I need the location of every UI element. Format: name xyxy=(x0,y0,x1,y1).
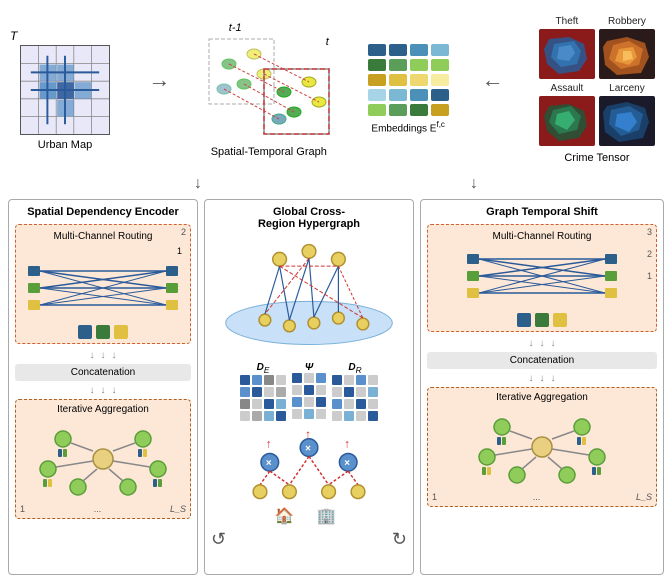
de-label: DE xyxy=(257,362,270,375)
svg-text:🏠: 🏠 xyxy=(275,507,295,525)
t-minus-1-label: t-1 xyxy=(229,22,242,34)
arrow-from-crime: ← xyxy=(482,67,504,93)
main-container: T xyxy=(0,0,672,566)
psi-matrix xyxy=(292,373,326,419)
svg-text:↑: ↑ xyxy=(305,428,311,441)
gts-down-arrows2: ↓↓↓ xyxy=(427,373,657,384)
gcrh-curved-arrows: ↺ ↻ xyxy=(211,529,407,550)
t-label: T xyxy=(10,29,17,43)
larceny-label: Larceny xyxy=(609,83,645,94)
arrow-to-stg: → xyxy=(148,67,170,93)
gts-mcr-network xyxy=(432,246,652,306)
sde-concat-box: Concatenation xyxy=(15,364,191,381)
sde-ia-box: Iterative Aggregation xyxy=(15,399,191,519)
svg-text:×: × xyxy=(305,444,311,455)
embeddings-block: Embeddings Ef,c xyxy=(363,44,453,134)
sde-block: Spatial Dependency Encoder 2 Multi-Chann… xyxy=(8,199,198,575)
svg-text:×: × xyxy=(344,458,350,469)
top-section: T xyxy=(0,0,672,175)
gts-ia-diagram xyxy=(432,407,652,487)
sde-mcr-dots xyxy=(20,325,186,339)
gts-ia-labels: 1 ... L_S xyxy=(432,492,652,502)
sde-mcr-num2: 2 xyxy=(181,227,186,237)
dr-matrix xyxy=(332,375,378,421)
curved-arrow-right: ↻ xyxy=(392,529,407,550)
gcrh-bottom-diagram: × × × ↑ ↑ ↑ xyxy=(211,427,407,527)
assault-image xyxy=(539,96,595,146)
stg-caption: Spatial-Temporal Graph xyxy=(211,146,327,158)
sde-mcr-title: Multi-Channel Routing xyxy=(20,231,186,242)
sde-mcr-box: 2 Multi-Channel Routing 1 xyxy=(15,224,191,344)
gcrh-block: Global Cross- Region Hypergraph xyxy=(204,199,414,575)
gts-down-arrows: ↓↓↓ xyxy=(427,338,657,349)
sde-ia-diagram xyxy=(20,419,186,499)
gcrh-title: Global Cross- Region Hypergraph xyxy=(211,206,407,230)
bottom-section: Spatial Dependency Encoder 2 Multi-Chann… xyxy=(0,195,672,583)
svg-text:🏢: 🏢 xyxy=(317,508,337,525)
urban-map-block: T xyxy=(10,29,120,151)
sde-ia-labels: 1 ... L_S xyxy=(20,504,186,514)
stg-block: t-1 t xyxy=(199,22,339,158)
assault-label: Assault xyxy=(551,83,584,94)
gts-mcr-dots xyxy=(432,313,652,327)
gts-corner-numbers: 3 2 1 xyxy=(647,227,652,281)
matrix-section: DE xyxy=(211,362,407,421)
dr-label: DR xyxy=(348,362,361,375)
embeddings-caption: Embeddings Ef,c xyxy=(371,120,445,134)
curved-arrow-left: ↺ xyxy=(211,529,226,550)
svg-text:×: × xyxy=(266,458,272,469)
theft-label: Theft xyxy=(556,16,579,27)
gts-title: Graph Temporal Shift xyxy=(427,206,657,218)
down-arrow-sde: ↓ xyxy=(194,175,202,193)
crime-images: Theft Robbery xyxy=(539,16,655,146)
psi-label: Ψ xyxy=(305,362,313,373)
stg-diagram xyxy=(204,34,334,144)
theft-image xyxy=(539,29,595,79)
embeddings-bars xyxy=(368,44,449,116)
sde-ia-title: Iterative Aggregation xyxy=(20,404,186,415)
robbery-label: Robbery xyxy=(608,16,646,27)
sde-title: Spatial Dependency Encoder xyxy=(15,206,191,218)
svg-text:↑: ↑ xyxy=(344,438,350,451)
gts-block: Graph Temporal Shift 3 2 1 Multi-Channel… xyxy=(420,199,664,575)
gts-ia-box: Iterative Aggregation xyxy=(427,387,657,507)
urban-map-caption: Urban Map xyxy=(38,139,92,151)
gts-mcr-title: Multi-Channel Routing xyxy=(432,231,652,242)
crime-tensor-block: Theft Robbery xyxy=(532,16,662,164)
de-matrix xyxy=(240,375,286,421)
sde-down-arrows2: ↓↓↓ xyxy=(15,385,191,396)
sde-mcr-num1: 1 xyxy=(20,246,186,256)
down-arrows-row: ↓ ↓ xyxy=(0,175,672,193)
gts-concat-box: Concatenation xyxy=(427,352,657,369)
urban-map-grid xyxy=(20,45,110,135)
gcrh-hypergraph xyxy=(211,236,407,356)
gts-mcr-box: 3 2 1 Multi-Channel Routing xyxy=(427,224,657,332)
robbery-image xyxy=(599,29,655,79)
gts-ia-title: Iterative Aggregation xyxy=(432,392,652,403)
larceny-image xyxy=(599,96,655,146)
sde-down-arrows: ↓↓↓ xyxy=(15,350,191,361)
sde-mcr-network xyxy=(20,258,186,318)
svg-text:↑: ↑ xyxy=(266,438,272,451)
down-arrow-gts: ↓ xyxy=(470,175,478,193)
crime-tensor-caption: Crime Tensor xyxy=(564,152,629,164)
